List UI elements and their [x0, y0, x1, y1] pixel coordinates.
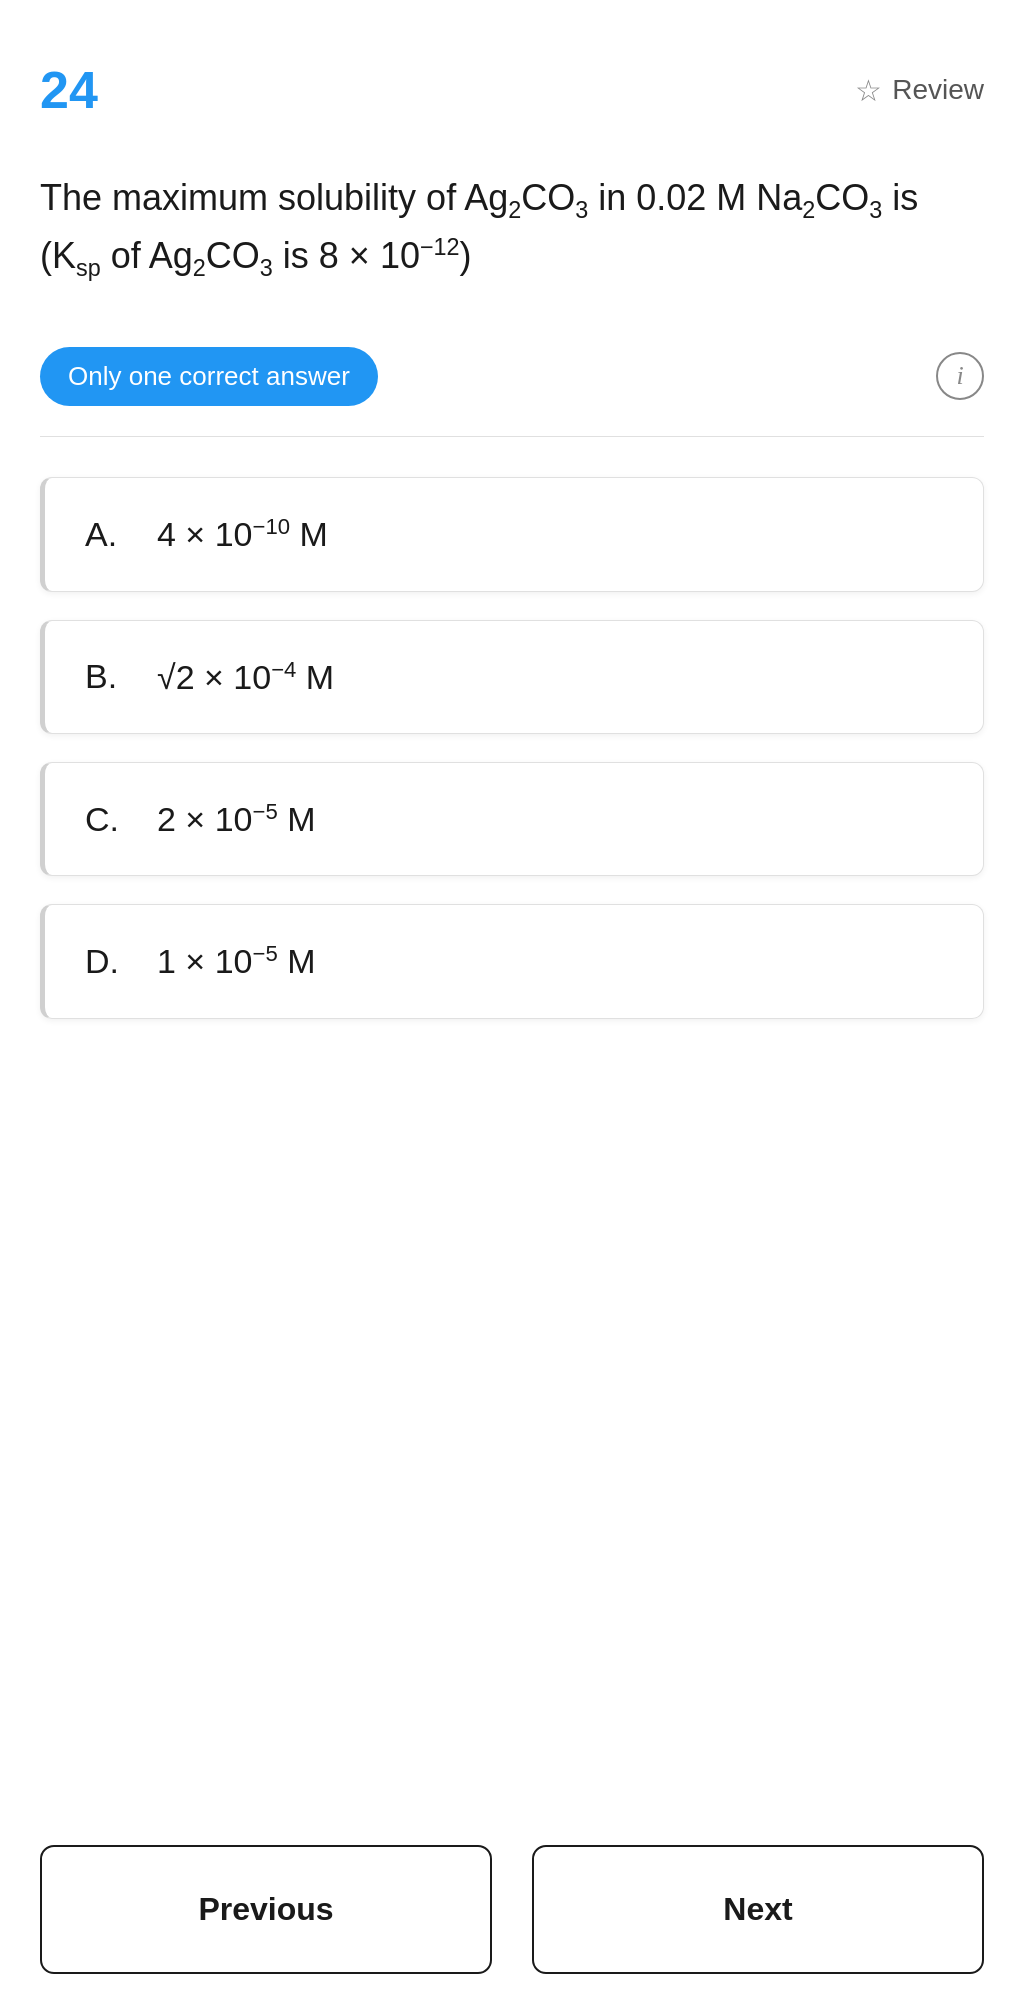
- answer-type-row: Only one correct answer i: [40, 347, 984, 406]
- option-c[interactable]: C. 2 × 10−5 M: [40, 762, 984, 876]
- option-a[interactable]: A. 4 × 10−10 M: [40, 477, 984, 591]
- next-button[interactable]: Next: [532, 1845, 984, 1974]
- divider: [40, 436, 984, 438]
- page-container: 24 ☆ Review The maximum solubility of Ag…: [0, 0, 1024, 2014]
- nav-buttons: Previous Next: [40, 1825, 984, 1974]
- option-c-label: C.: [85, 800, 121, 839]
- info-icon[interactable]: i: [936, 352, 984, 400]
- star-icon: ☆: [855, 73, 882, 108]
- option-c-content: 2 × 10−5 M: [157, 799, 315, 839]
- options-list: A. 4 × 10−10 M B. √2 × 10−4 M C. 2 × 10−…: [40, 477, 984, 1018]
- option-b-content: √2 × 10−4 M: [157, 657, 334, 697]
- question-text: The maximum solubility of Ag2CO3 in 0.02…: [40, 170, 984, 287]
- option-a-label: A.: [85, 515, 121, 554]
- review-label: Review: [892, 74, 984, 106]
- review-button[interactable]: ☆ Review: [855, 73, 984, 108]
- option-b-label: B.: [85, 657, 121, 696]
- question-number: 24: [40, 60, 98, 120]
- option-d[interactable]: D. 1 × 10−5 M: [40, 904, 984, 1018]
- option-b[interactable]: B. √2 × 10−4 M: [40, 620, 984, 734]
- option-d-content: 1 × 10−5 M: [157, 941, 315, 981]
- previous-button[interactable]: Previous: [40, 1845, 492, 1974]
- answer-type-badge: Only one correct answer: [40, 347, 378, 406]
- option-a-content: 4 × 10−10 M: [157, 514, 328, 554]
- option-d-label: D.: [85, 942, 121, 981]
- header: 24 ☆ Review: [40, 60, 984, 120]
